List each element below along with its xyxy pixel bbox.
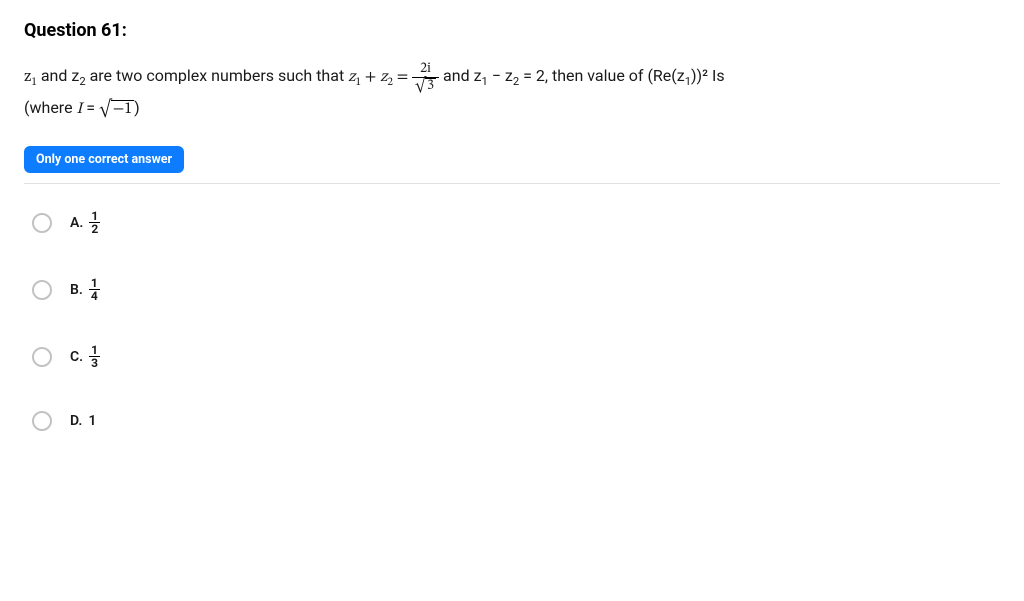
- question-heading: Question 61:: [24, 20, 1000, 41]
- answer-type-badge: Only one correct answer: [24, 146, 184, 173]
- radio-icon: [32, 213, 52, 233]
- option-b-label: B. 14: [70, 277, 100, 302]
- option-d[interactable]: D. 1: [32, 411, 1000, 431]
- equation-sum: z1 + z2 = 2i3: [348, 69, 439, 85]
- radio-icon: [32, 280, 52, 300]
- options-list: A. 12 B. 14 C. 13 D. 1: [24, 210, 1000, 431]
- var-z1: z1: [24, 69, 37, 85]
- radio-icon: [32, 347, 52, 367]
- question-body: z1 and z2 are two complex numbers such t…: [24, 61, 1000, 124]
- option-c-label: C. 13: [70, 344, 100, 369]
- sqrt-neg1: −1: [99, 94, 134, 124]
- fraction-2i-root3: 2i3: [412, 62, 439, 93]
- option-a-label: A. 12: [70, 210, 100, 235]
- option-c[interactable]: C. 13: [32, 344, 1000, 369]
- option-b[interactable]: B. 14: [32, 277, 1000, 302]
- option-d-label: D. 1: [70, 413, 96, 429]
- radio-icon: [32, 411, 52, 431]
- divider: [24, 183, 1000, 184]
- option-a[interactable]: A. 12: [32, 210, 1000, 235]
